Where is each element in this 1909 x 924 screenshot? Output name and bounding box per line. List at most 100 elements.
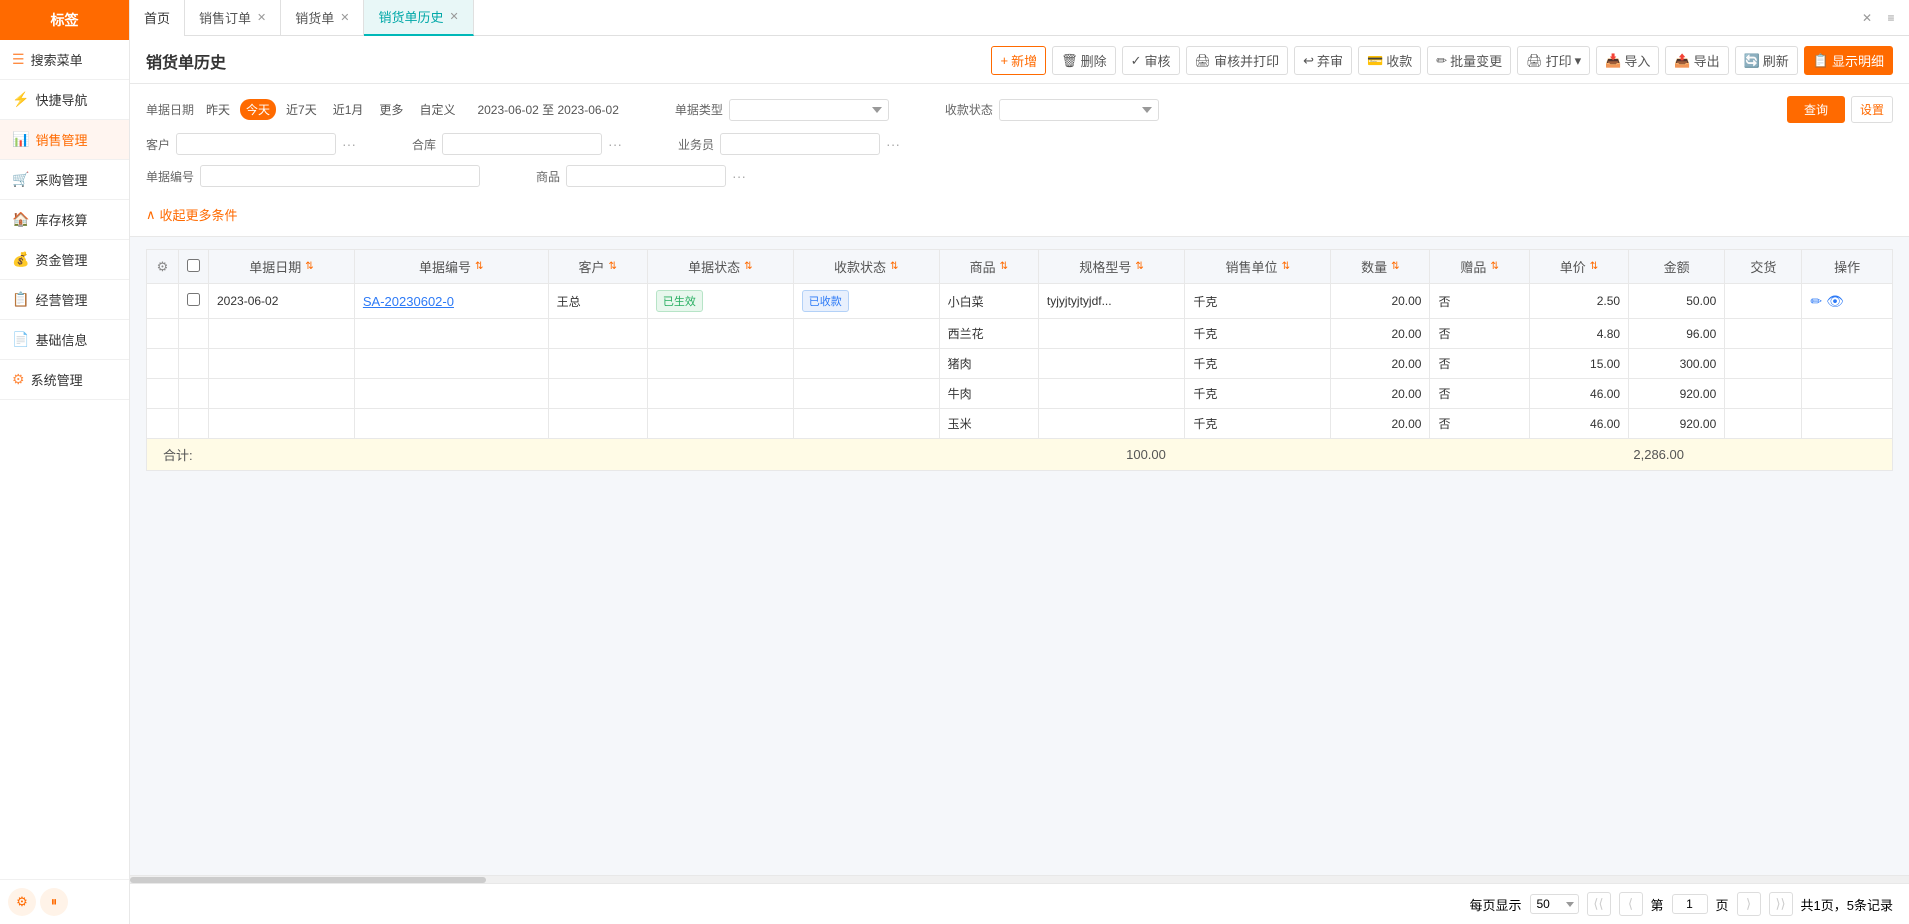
sidebar-item-finance[interactable]: 💰 资金管理 — [0, 240, 129, 280]
tab-bar-close-btn[interactable]: ✕ — [1857, 8, 1877, 28]
page-input[interactable] — [1672, 894, 1708, 914]
sidebar-item-sales-mgmt[interactable]: 📊 销售管理 — [0, 120, 129, 160]
btn-delete[interactable]: 🗑 删除 — [1052, 46, 1116, 75]
tab-sales-invoice[interactable]: 销货单 ✕ — [281, 0, 364, 36]
td-amount: 50.00 — [1629, 284, 1725, 319]
td-checkbox — [179, 284, 209, 319]
btn-add[interactable]: + 新增 — [991, 46, 1046, 75]
page-next-btn[interactable]: ⟩ — [1737, 892, 1761, 916]
sidebar-item-basic-info[interactable]: 📄 基础信息 — [0, 320, 129, 360]
filter-staff-input[interactable] — [720, 133, 880, 155]
td-goods: 猪肉 — [939, 349, 1038, 379]
btn-batch-change[interactable]: ✏ 批量变更 — [1427, 46, 1511, 75]
filter-warehouse-dots[interactable]: ··· — [608, 136, 622, 152]
btn-settings[interactable]: 设置 — [1851, 96, 1893, 123]
filter-pay-status-select[interactable] — [999, 99, 1159, 121]
date-btn-today[interactable]: 今天 — [240, 99, 276, 120]
btn-refresh[interactable]: 🔄 刷新 — [1735, 46, 1798, 75]
btn-import[interactable]: 📥 导入 — [1596, 46, 1659, 75]
per-page-select[interactable]: 50 100 200 — [1530, 894, 1579, 914]
scrollbar-thumb[interactable] — [130, 877, 486, 883]
th-customer[interactable]: 客户 ⇅ — [548, 250, 647, 284]
th-qty[interactable]: 数量 ⇅ — [1331, 250, 1430, 284]
operation-icon: 📋 — [12, 291, 29, 308]
sidebar-item-search-menu[interactable]: ☰ 搜索菜单 — [0, 40, 129, 80]
pay-status-badge: 已收款 — [802, 290, 849, 312]
collapse-btn[interactable]: ∧ 收起更多条件 — [146, 201, 1893, 228]
date-btn-1month[interactable]: 近1月 — [327, 99, 370, 120]
tab-bar-menu-btn[interactable]: ≡ — [1881, 8, 1901, 28]
th-pay-status[interactable]: 收款状态 ⇅ — [793, 250, 939, 284]
tab-sales-order-close[interactable]: ✕ — [257, 11, 266, 24]
filter-warehouse-input[interactable] — [442, 133, 602, 155]
sidebar-item-quick-nav[interactable]: ⚡ 快捷导航 — [0, 80, 129, 120]
btn-approve-print[interactable]: 🖨 审核并打印 — [1186, 46, 1289, 75]
filter-order-no-input[interactable] — [200, 165, 480, 187]
date-btn-custom[interactable]: 自定义 — [413, 99, 461, 120]
sidebar-item-purchase-mgmt[interactable]: 🛒 采购管理 — [0, 160, 129, 200]
th-order-no[interactable]: 单据编号 ⇅ — [354, 250, 548, 284]
horizontal-scrollbar[interactable] — [130, 875, 1909, 883]
page-last-btn[interactable]: ⟩⟩ — [1769, 892, 1793, 916]
sidebar-item-operation[interactable]: 📋 经营管理 — [0, 280, 129, 320]
td-price: 46.00 — [1529, 379, 1628, 409]
td-gift: 否 — [1430, 409, 1529, 439]
date-btn-more[interactable]: 更多 — [373, 99, 409, 120]
gear-icon[interactable]: ⚙ — [157, 259, 169, 274]
filter-goods-input[interactable] — [566, 165, 726, 187]
sort-qty-icon: ⇅ — [1391, 261, 1399, 272]
row-checkbox[interactable] — [187, 293, 200, 306]
tab-sales-history[interactable]: 销货单历史 ✕ — [364, 0, 473, 36]
sidebar-pause-btn[interactable]: ⏸ — [40, 888, 68, 916]
tab-home[interactable]: 首页 — [130, 0, 185, 36]
td-gift: 否 — [1430, 349, 1529, 379]
page-first-btn[interactable]: ⟨⟨ — [1587, 892, 1611, 916]
td-delivery — [1725, 319, 1802, 349]
td-amount: 96.00 — [1629, 319, 1725, 349]
btn-show-detail[interactable]: 📋 显示明细 — [1804, 46, 1893, 75]
sidebar-item-inventory[interactable]: 🏠 库存核算 — [0, 200, 129, 240]
btn-print[interactable]: 🖨 打印 ▾ — [1517, 46, 1590, 75]
filter-warehouse-label: 合库 — [412, 136, 436, 153]
page-prev-btn[interactable]: ⟨ — [1619, 892, 1643, 916]
date-btn-7days[interactable]: 近7天 — [280, 99, 323, 120]
th-date[interactable]: 单据日期 ⇅ — [209, 250, 355, 284]
sidebar-settings-btn[interactable]: ⚙ — [8, 888, 36, 916]
th-gift[interactable]: 赠品 ⇅ — [1430, 250, 1529, 284]
basic-info-icon: 📄 — [12, 331, 29, 348]
btn-approve[interactable]: ✓ 审核 — [1122, 46, 1180, 75]
tab-sales-order[interactable]: 销售订单 ✕ — [185, 0, 281, 36]
filter-customer-dots[interactable]: ··· — [342, 136, 356, 152]
td-goods: 牛肉 — [939, 379, 1038, 409]
th-doc-status[interactable]: 单据状态 ⇅ — [647, 250, 793, 284]
td-gear — [147, 284, 179, 319]
tab-sales-invoice-close[interactable]: ✕ — [340, 11, 349, 24]
th-unit[interactable]: 销售单位 ⇅ — [1185, 250, 1331, 284]
btn-collect[interactable]: 💳 收款 — [1358, 46, 1421, 75]
btn-query[interactable]: 查询 — [1787, 96, 1845, 123]
td-gift: 否 — [1430, 379, 1529, 409]
btn-export[interactable]: 📤 导出 — [1665, 46, 1728, 75]
td-date — [209, 379, 355, 409]
filter-goods-dots[interactable]: ··· — [732, 168, 746, 184]
td-spec — [1038, 349, 1184, 379]
th-goods[interactable]: 商品 ⇅ — [939, 250, 1038, 284]
filter-customer-input[interactable] — [176, 133, 336, 155]
order-no-link[interactable]: SA-20230602-0 — [363, 294, 454, 309]
table-row: 2023-06-02 SA-20230602-0 王总 已生效 已收款 小白菜 … — [147, 284, 1893, 319]
tab-sales-history-close[interactable]: ✕ — [450, 10, 459, 23]
filter-staff-dots[interactable]: ··· — [886, 136, 900, 152]
th-price[interactable]: 单价 ⇅ — [1529, 250, 1628, 284]
td-delivery — [1725, 349, 1802, 379]
view-icon[interactable]: 👁 — [1826, 293, 1844, 310]
filter-doc-type-select[interactable] — [729, 99, 889, 121]
select-all-checkbox[interactable] — [187, 259, 200, 272]
td-spec: tyjyjtyjtyjdf... — [1038, 284, 1184, 319]
td-order-no — [354, 319, 548, 349]
btn-unapprove[interactable]: ↩ 弃审 — [1294, 46, 1352, 75]
sidebar-item-sys-mgmt[interactable]: ⚙ 系统管理 — [0, 360, 129, 400]
date-btn-yesterday[interactable]: 昨天 — [200, 99, 236, 120]
edit-icon[interactable]: ✏ — [1810, 293, 1822, 310]
td-customer — [548, 349, 647, 379]
th-spec[interactable]: 规格型号 ⇅ — [1038, 250, 1184, 284]
